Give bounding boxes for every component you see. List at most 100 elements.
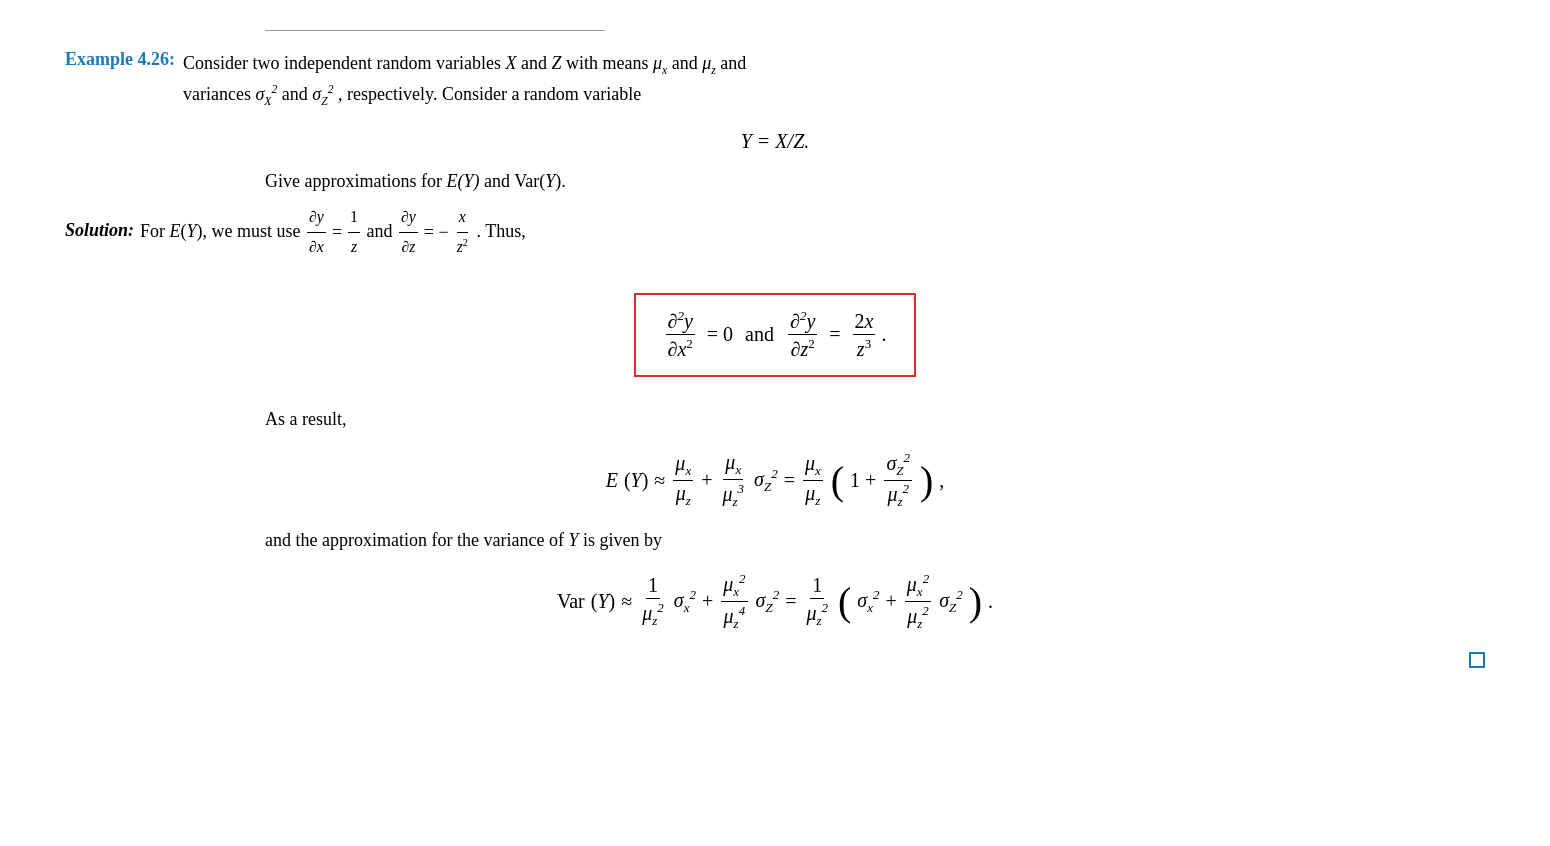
eq-sign-ey: = xyxy=(784,469,795,492)
eq-sign-1: = xyxy=(332,217,342,248)
example-text-p4: , respectively. Consider a random variab… xyxy=(338,84,641,104)
is-given-by: is given by xyxy=(583,530,662,550)
Y-italic: Y xyxy=(568,530,578,550)
frac-d2y-dz2-num: ∂2y xyxy=(788,309,817,336)
sub-x: x xyxy=(662,64,667,77)
boxed-and-text: and xyxy=(745,323,774,346)
frac-1-muz2-num: 1 xyxy=(646,574,660,599)
sup-2-z2: 2 xyxy=(463,237,468,248)
boxed-equation: ∂2y ∂x2 = 0 and ∂2y ∂z2 = 2x z3 . xyxy=(634,293,917,377)
var-Z: Z xyxy=(551,53,561,73)
eq-Y-text: Y = X/Z. xyxy=(741,130,810,152)
frac-2x-z3-den: z3 xyxy=(855,335,873,361)
boxed-left-side: ∂2y ∂x2 = 0 and ∂2y ∂z2 = 2x z3 . xyxy=(664,309,887,361)
and-the-approx: and the approximation for the variance o… xyxy=(265,530,568,550)
frac-1-z: 1 z xyxy=(348,204,360,261)
var-label: Var xyxy=(557,590,585,613)
frac-mux2-muz4-den: μz4 xyxy=(722,602,748,632)
frac-mux-muz-2-den: μz xyxy=(803,481,822,509)
sigma-x2: σX2 xyxy=(255,84,277,104)
example-and3: and xyxy=(720,53,746,73)
and-var-text: and xyxy=(484,171,510,191)
frac-d2y-dz2: ∂2y ∂z2 xyxy=(788,309,817,361)
example-block: Example 4.26: Consider two independent r… xyxy=(65,49,1485,112)
partial-dy-dz: ∂y ∂z = − x z2 xyxy=(397,204,472,261)
example-label: Example 4.26: xyxy=(65,49,175,70)
plus-v: + xyxy=(702,590,713,613)
ey-label: E xyxy=(606,469,618,492)
qed-symbol xyxy=(1469,652,1485,668)
frac-mux-muz: μx μz xyxy=(673,452,693,509)
frac-2x-z3-num: 2x xyxy=(853,310,876,335)
frac-mux-muz-num: μx xyxy=(673,452,693,481)
var-paren-close: ) xyxy=(969,578,982,625)
sol-and: and xyxy=(366,220,397,240)
sigma-Z2-v: σZ2 xyxy=(756,587,780,616)
frac-1-muz2-b-den: μz2 xyxy=(804,599,830,629)
frac-1-muz2-b: 1 μz2 xyxy=(804,574,830,629)
frac-mux-muz3: μx μz3 xyxy=(720,451,746,510)
give-approx-block: Give approximations for E(Y) and Var(Y). xyxy=(265,171,1485,192)
frac-mux-muz-den: μz xyxy=(674,481,693,509)
sup-2a: 2 xyxy=(272,83,278,96)
var-paren-open: ( xyxy=(838,578,851,625)
page-content: Example 4.26: Consider two independent r… xyxy=(65,30,1485,673)
example-text: Consider two independent random variable… xyxy=(183,49,746,112)
frac-mux-muz3-num: μx xyxy=(723,451,743,480)
qed-block xyxy=(65,652,1485,673)
boxed-eq-block: ∂2y ∂x2 = 0 and ∂2y ∂z2 = 2x z3 . xyxy=(65,275,1485,395)
EY-text: E(Y) xyxy=(446,171,484,191)
frac-sigmaZ2-muz2: σZ2 μz2 xyxy=(884,450,912,510)
ey-comma: , xyxy=(939,469,944,492)
solution-text: For E(Y), we must use ∂y ∂x = 1 z and ∂y… xyxy=(140,204,526,261)
ey-approx-sign: ≈ xyxy=(654,469,665,492)
as-result-text: As a result, xyxy=(265,409,1485,430)
frac-1-z-den: z xyxy=(349,233,359,261)
sol-EY: E xyxy=(170,220,181,240)
frac-dy-dx: ∂y ∂x xyxy=(307,204,326,261)
sigma-x2-v: σx2 xyxy=(674,587,696,616)
frac-dy-dx-den: ∂x xyxy=(307,233,326,261)
vary-approx-expr: Var(Y) ≈ 1 μz2 σx2 + μx2 μz4 σZ2 = 1 μz2 xyxy=(557,571,993,631)
frac-mux2-muz4: μx2 μz4 xyxy=(721,571,747,631)
vary-paren: (Y) xyxy=(591,590,615,613)
example-text-p3: variances xyxy=(183,84,255,104)
frac-mux2-muz2-b-num: μx2 xyxy=(905,571,931,602)
example-and1: and xyxy=(521,53,552,73)
frac-1-muz2-den: μz2 xyxy=(640,599,666,629)
var-period: . xyxy=(988,590,993,613)
one-plus: 1 + xyxy=(850,469,876,492)
sub-z: z xyxy=(711,64,716,77)
give-approx-text: Give approximations for xyxy=(265,171,442,191)
frac-dy-dx-num: ∂y xyxy=(307,204,326,233)
sup-2b: 2 xyxy=(328,83,334,96)
solution-block: Solution: For E(Y), we must use ∂y ∂x = … xyxy=(65,204,1485,261)
frac-1-muz2: 1 μz2 xyxy=(640,574,666,629)
ey-approx-block: E(Y) ≈ μx μz + μx μz3 σZ2 = μx μz ( 1 + xyxy=(65,450,1485,510)
frac-2x-z3: 2x z3 xyxy=(853,310,876,361)
sub-Z2: Z xyxy=(321,95,328,108)
mu-z: μz xyxy=(702,53,716,73)
frac-dy-dz-num: ∂y xyxy=(399,204,418,233)
frac-mux2-muz4-num: μx2 xyxy=(721,571,747,602)
frac-mux-muz3-den: μz3 xyxy=(720,480,746,510)
boxed-eq-zero: = 0 xyxy=(707,323,733,346)
frac-d2y-dx2-den: ∂x2 xyxy=(666,335,695,361)
sigma-Z2-vb: σZ2 xyxy=(939,587,963,616)
mu-x: μx xyxy=(653,53,667,73)
frac-sigmaZ2-muz2-den: μz2 xyxy=(885,481,911,511)
example-and2: and xyxy=(672,53,703,73)
frac-dy-dz: ∂y ∂z xyxy=(399,204,418,261)
paren-close: ) xyxy=(920,457,933,504)
example-and4: and xyxy=(282,84,313,104)
top-rule xyxy=(265,30,605,31)
partial-dy-dx: ∂y ∂x = 1 z xyxy=(305,204,362,261)
example-text-p2: with means xyxy=(566,53,653,73)
frac-mux-muz-2: μx μz xyxy=(803,452,823,509)
frac-mux2-muz2-b: μx2 μz2 xyxy=(905,571,931,631)
plus1: + xyxy=(701,469,712,492)
frac-d2y-dz2-den: ∂z2 xyxy=(789,335,817,361)
plus-v2: + xyxy=(886,590,897,613)
frac-d2y-dx2-num: ∂2y xyxy=(666,309,695,336)
frac-x-z2-num: x xyxy=(457,204,468,233)
